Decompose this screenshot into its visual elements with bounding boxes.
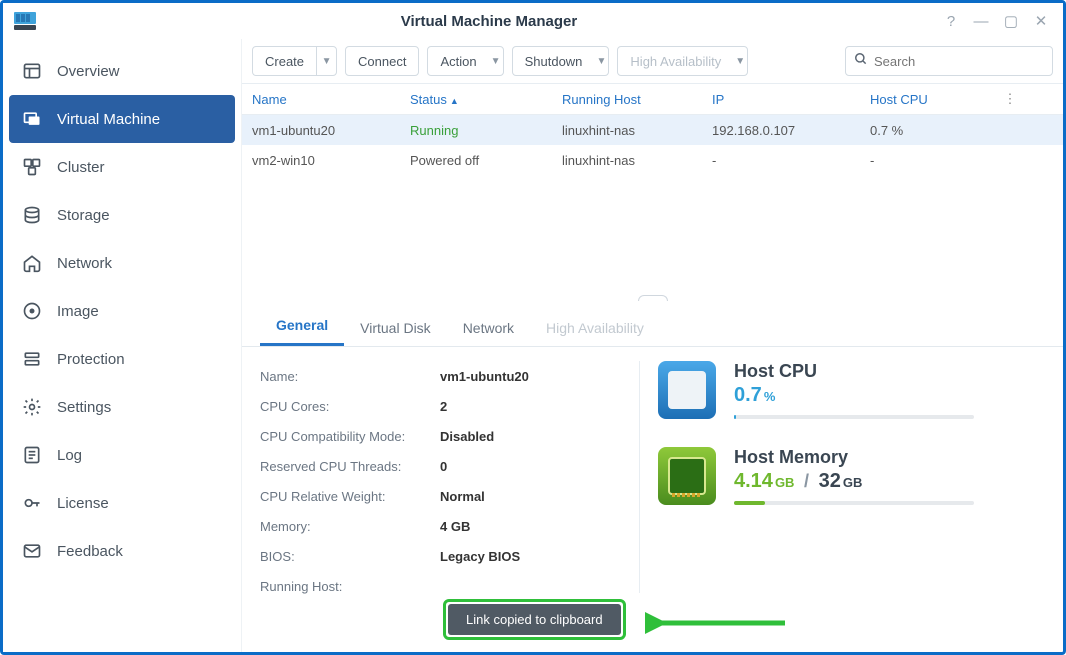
minimize-button[interactable]: — <box>969 9 993 33</box>
tab-network[interactable]: Network <box>447 310 530 346</box>
high-availability-button[interactable]: High Availability▼ <box>617 46 748 76</box>
tab-high-availability[interactable]: High Availability <box>530 310 660 346</box>
table-header: Name Status▲ Running Host IP Host CPU ⋮ <box>242 83 1063 115</box>
table-row[interactable]: vm2-win10 Powered off linuxhint-nas - - <box>242 145 1063 175</box>
annotation-arrow <box>645 605 795 646</box>
th-running-host[interactable]: Running Host <box>562 92 712 107</box>
sidebar-item-log[interactable]: Log <box>3 431 241 479</box>
sort-asc-icon: ▲ <box>450 96 459 106</box>
sidebar-item-settings[interactable]: Settings <box>3 383 241 431</box>
create-button[interactable]: Create▼ <box>252 46 337 76</box>
app-icon <box>13 11 37 31</box>
sidebar-item-label: Overview <box>57 63 120 80</box>
sidebar-item-label: Cluster <box>57 159 105 176</box>
connect-button[interactable]: Connect <box>345 46 419 76</box>
stat-host-memory: Host Memory 4.14GB / 32GB <box>658 447 1045 505</box>
shutdown-button[interactable]: Shutdown▼ <box>512 46 610 76</box>
chevron-down-icon: ▼ <box>594 47 608 75</box>
sidebar-item-protection[interactable]: Protection <box>3 335 241 383</box>
sidebar-item-label: Virtual Machine <box>57 111 160 128</box>
sidebar-item-label: Image <box>57 303 99 320</box>
gear-icon <box>21 396 43 418</box>
sidebar-item-label: Feedback <box>57 543 123 560</box>
action-button[interactable]: Action▼ <box>427 46 503 76</box>
chevron-down-icon: ▼ <box>489 47 503 75</box>
th-ip[interactable]: IP <box>712 92 870 107</box>
log-icon <box>21 444 43 466</box>
image-icon <box>21 300 43 322</box>
license-icon <box>21 492 43 514</box>
sidebar-item-feedback[interactable]: Feedback <box>3 527 241 575</box>
columns-menu-button[interactable]: ⋮ <box>1000 91 1020 107</box>
vm-table: vm1-ubuntu20 Running linuxhint-nas 192.1… <box>242 115 1063 175</box>
window-title: Virtual Machine Manager <box>45 13 933 30</box>
sidebar-item-label: Storage <box>57 207 110 224</box>
tab-virtual-disk[interactable]: Virtual Disk <box>344 310 447 346</box>
network-icon <box>21 252 43 274</box>
annotation-highlight: Link copied to clipboard <box>443 599 626 640</box>
sidebar-item-label: Protection <box>57 351 125 368</box>
vm-icon <box>21 108 43 130</box>
sidebar-item-virtual-machine[interactable]: Virtual Machine <box>9 95 235 143</box>
th-name[interactable]: Name <box>252 92 410 107</box>
search-box[interactable] <box>845 46 1053 76</box>
sidebar-item-label: Log <box>57 447 82 464</box>
overview-icon <box>21 60 43 82</box>
feedback-icon <box>21 540 43 562</box>
maximize-button[interactable]: ▢ <box>999 9 1023 33</box>
tab-general[interactable]: General <box>260 307 344 346</box>
sidebar-item-label: License <box>57 495 109 512</box>
toolbar: Create▼ Connect Action▼ Shutdown▼ High A… <box>242 39 1063 83</box>
protection-icon <box>21 348 43 370</box>
sidebar-item-network[interactable]: Network <box>3 239 241 287</box>
sidebar-item-cluster[interactable]: Cluster <box>3 143 241 191</box>
memory-chip-icon <box>658 447 716 505</box>
sidebar-item-overview[interactable]: Overview <box>3 47 241 95</box>
search-icon <box>854 52 868 71</box>
chevron-down-icon[interactable]: ▼ <box>316 47 336 75</box>
detail-panel-resize-handle[interactable] <box>242 295 1063 307</box>
storage-icon <box>21 204 43 226</box>
sidebar-item-label: Settings <box>57 399 111 416</box>
th-host-cpu[interactable]: Host CPU <box>870 92 1000 107</box>
search-input[interactable] <box>874 54 1044 69</box>
cpu-chip-icon <box>658 361 716 419</box>
close-button[interactable]: ✕ <box>1029 9 1053 33</box>
help-button[interactable]: ? <box>939 9 963 33</box>
cluster-icon <box>21 156 43 178</box>
chevron-down-icon: ▼ <box>733 47 747 75</box>
sidebar-item-image[interactable]: Image <box>3 287 241 335</box>
detail-properties: Name:vm1-ubuntu20 CPU Cores:2 CPU Compat… <box>260 361 640 593</box>
sidebar-item-label: Network <box>57 255 112 272</box>
toast-notification: Link copied to clipboard <box>448 604 621 635</box>
sidebar-item-license[interactable]: License <box>3 479 241 527</box>
stat-host-cpu: Host CPU 0.7% <box>658 361 1045 419</box>
sidebar: Overview Virtual Machine Cluster Storage… <box>3 39 241 652</box>
sidebar-item-storage[interactable]: Storage <box>3 191 241 239</box>
th-status[interactable]: Status▲ <box>410 92 562 107</box>
table-row[interactable]: vm1-ubuntu20 Running linuxhint-nas 192.1… <box>242 115 1063 145</box>
